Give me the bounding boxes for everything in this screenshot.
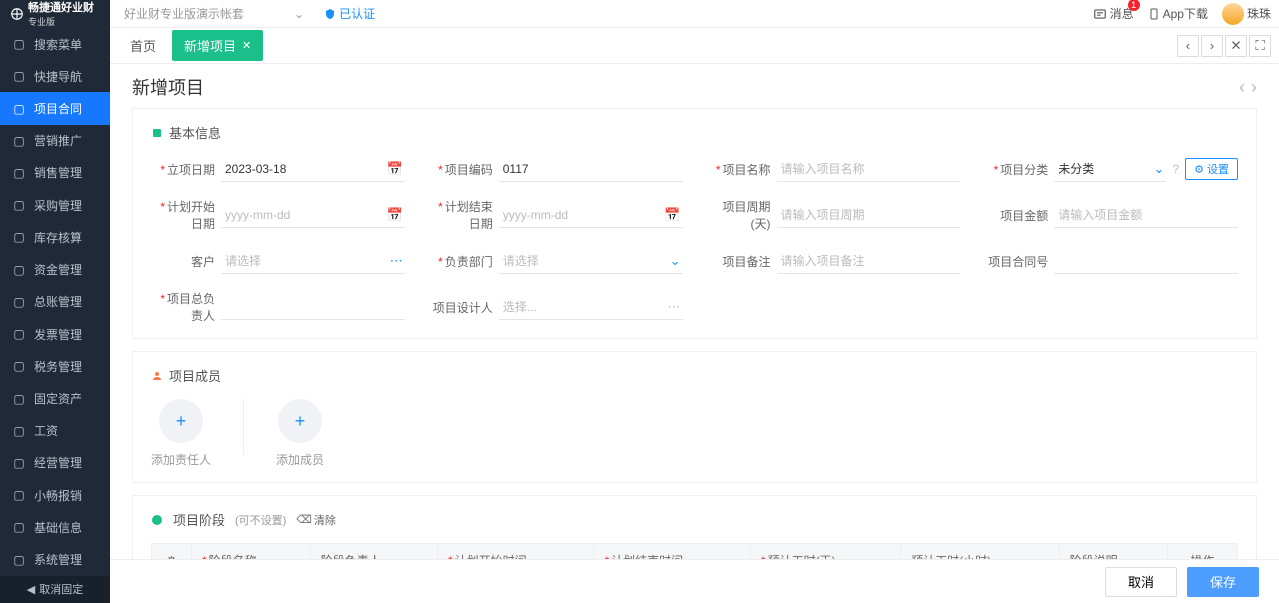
sidebar-item-16[interactable]: ▢系统管理 (0, 544, 110, 576)
top-header: 畅捷通好业财 专业版 好业财专业版演示帐套 ⌄ 已认证 消息 1 App下载 (0, 0, 1279, 28)
department-select[interactable] (499, 248, 683, 274)
tab-close-all-button[interactable]: ✕ (1225, 35, 1247, 57)
sidebar-item-9[interactable]: ▢发票管理 (0, 318, 110, 350)
users-icon (151, 370, 163, 382)
verified-badge: 已认证 (324, 5, 375, 22)
tab-home[interactable]: 首页 (118, 30, 168, 61)
project-code-input[interactable] (499, 156, 683, 182)
basic-info-panel: 基本信息 立项日期📅 项目编码 项目名称 项目分类⌄?⚙设置 计划开始日期📅 计… (132, 108, 1257, 339)
account-selector[interactable]: 好业财专业版演示帐套 ⌄ (124, 5, 304, 22)
sidebar-item-13[interactable]: ▢经营管理 (0, 447, 110, 479)
eraser-icon: ⌫ (296, 513, 312, 526)
calendar-icon[interactable]: 📅 (664, 207, 680, 223)
project-owner-input[interactable] (221, 294, 405, 320)
add-owner-button[interactable]: + (159, 399, 203, 443)
sys-icon: ▢ (12, 553, 26, 567)
stage-icon (151, 514, 163, 526)
add-member-button[interactable]: + (278, 399, 322, 443)
doc-icon: ▢ (12, 102, 26, 116)
phone-icon (1148, 7, 1160, 21)
save-button[interactable]: 保存 (1187, 567, 1259, 597)
sidebar-item-12[interactable]: ▢工资 (0, 415, 110, 447)
pin-icon: ◀ (27, 583, 35, 596)
sidebar-item-1[interactable]: ▢快捷导航 (0, 60, 110, 92)
sidebar-item-2[interactable]: ▢项目合同 (0, 92, 110, 124)
calendar-icon[interactable]: 📅 (387, 161, 403, 177)
sidebar-item-0[interactable]: ▢搜索菜单 (0, 28, 110, 60)
page-title: 新增项目 ‹ › (132, 74, 1257, 100)
page-prev-button[interactable]: ‹ (1239, 77, 1245, 98)
project-amount-input[interactable] (1054, 202, 1238, 228)
asset-icon: ▢ (12, 392, 26, 406)
coin-icon: ▢ (12, 263, 26, 277)
salary-icon: ▢ (12, 424, 26, 438)
invoice-icon: ▢ (12, 327, 26, 341)
establish-date-input[interactable] (221, 156, 405, 182)
page-next-button[interactable]: › (1251, 77, 1257, 98)
brand-logo: 畅捷通好业财 专业版 (0, 0, 110, 28)
app-download-button[interactable]: App下载 (1148, 5, 1208, 22)
project-designer-select[interactable] (499, 294, 683, 320)
sidebar-item-15[interactable]: ▢基础信息 (0, 511, 110, 543)
customer-select[interactable] (221, 248, 405, 274)
message-badge: 1 (1128, 0, 1140, 11)
tab-next-button[interactable]: › (1201, 35, 1223, 57)
sidebar-item-7[interactable]: ▢资金管理 (0, 254, 110, 286)
home-icon: ▢ (12, 69, 26, 83)
chevron-down-icon: ⌄ (294, 7, 304, 21)
tab-fullscreen-button[interactable]: ⛶ (1249, 35, 1271, 57)
cart-icon: ▢ (12, 198, 26, 212)
more-icon[interactable]: ⋯ (668, 299, 681, 315)
contract-no-input[interactable] (1054, 248, 1238, 274)
plan-end-input[interactable] (499, 202, 683, 228)
avatar (1222, 3, 1244, 25)
sidebar-item-4[interactable]: ▢销售管理 (0, 157, 110, 189)
shield-icon (324, 8, 336, 20)
sidebar-unpin-button[interactable]: ◀取消固定 (0, 576, 110, 603)
search-icon: ▢ (12, 37, 26, 51)
sidebar-item-6[interactable]: ▢库存核算 (0, 221, 110, 253)
box-icon: ▢ (12, 230, 26, 244)
project-name-input[interactable] (777, 156, 961, 182)
sidebar-item-5[interactable]: ▢采购管理 (0, 189, 110, 221)
close-icon[interactable]: ✕ (242, 39, 251, 52)
plan-start-input[interactable] (221, 202, 405, 228)
tax-icon: ▢ (12, 359, 26, 373)
tab-bar: 首页 新增项目 ✕ ‹ › ✕ ⛶ (110, 28, 1279, 64)
sidebar-item-10[interactable]: ▢税务管理 (0, 350, 110, 382)
more-icon[interactable]: ⋯ (390, 253, 403, 269)
tag-icon: ▢ (12, 166, 26, 180)
settings-button[interactable]: ⚙设置 (1185, 158, 1238, 180)
clear-stages-button[interactable]: ⌫清除 (296, 512, 336, 528)
sidebar-item-8[interactable]: ▢总账管理 (0, 286, 110, 318)
project-period-input[interactable] (777, 202, 961, 228)
tab-new-project[interactable]: 新增项目 ✕ (172, 30, 263, 61)
project-category-select[interactable] (1054, 156, 1166, 182)
messages-button[interactable]: 消息 1 (1093, 5, 1134, 22)
cancel-button[interactable]: 取消 (1105, 567, 1177, 597)
user-menu[interactable]: 珠珠 (1222, 3, 1271, 25)
sidebar: ▢搜索菜单▢快捷导航▢项目合同▢营销推广▢销售管理▢采购管理▢库存核算▢资金管理… (0, 28, 110, 603)
chevron-down-icon[interactable]: ⌄ (1154, 161, 1165, 177)
ledger-icon: ▢ (12, 295, 26, 309)
remark-input[interactable] (777, 248, 961, 274)
sidebar-item-14[interactable]: ▢小畅报销 (0, 479, 110, 511)
chart-icon: ▢ (12, 456, 26, 470)
footer-actions: 取消 保存 (110, 559, 1279, 603)
expense-icon: ▢ (12, 488, 26, 502)
message-icon (1093, 7, 1107, 21)
tab-prev-button[interactable]: ‹ (1177, 35, 1199, 57)
gear-icon: ⚙ (1194, 163, 1204, 176)
base-icon: ▢ (12, 520, 26, 534)
calendar-icon[interactable]: 📅 (387, 207, 403, 223)
sidebar-item-3[interactable]: ▢营销推广 (0, 125, 110, 157)
chevron-down-icon[interactable]: ⌄ (670, 253, 681, 269)
gift-icon: ▢ (12, 134, 26, 148)
info-icon (151, 127, 163, 139)
sidebar-item-11[interactable]: ▢固定资产 (0, 382, 110, 414)
help-icon[interactable]: ? (1172, 162, 1179, 176)
members-panel: 项目成员 + 添加责任人 + 添加成员 (132, 351, 1257, 483)
